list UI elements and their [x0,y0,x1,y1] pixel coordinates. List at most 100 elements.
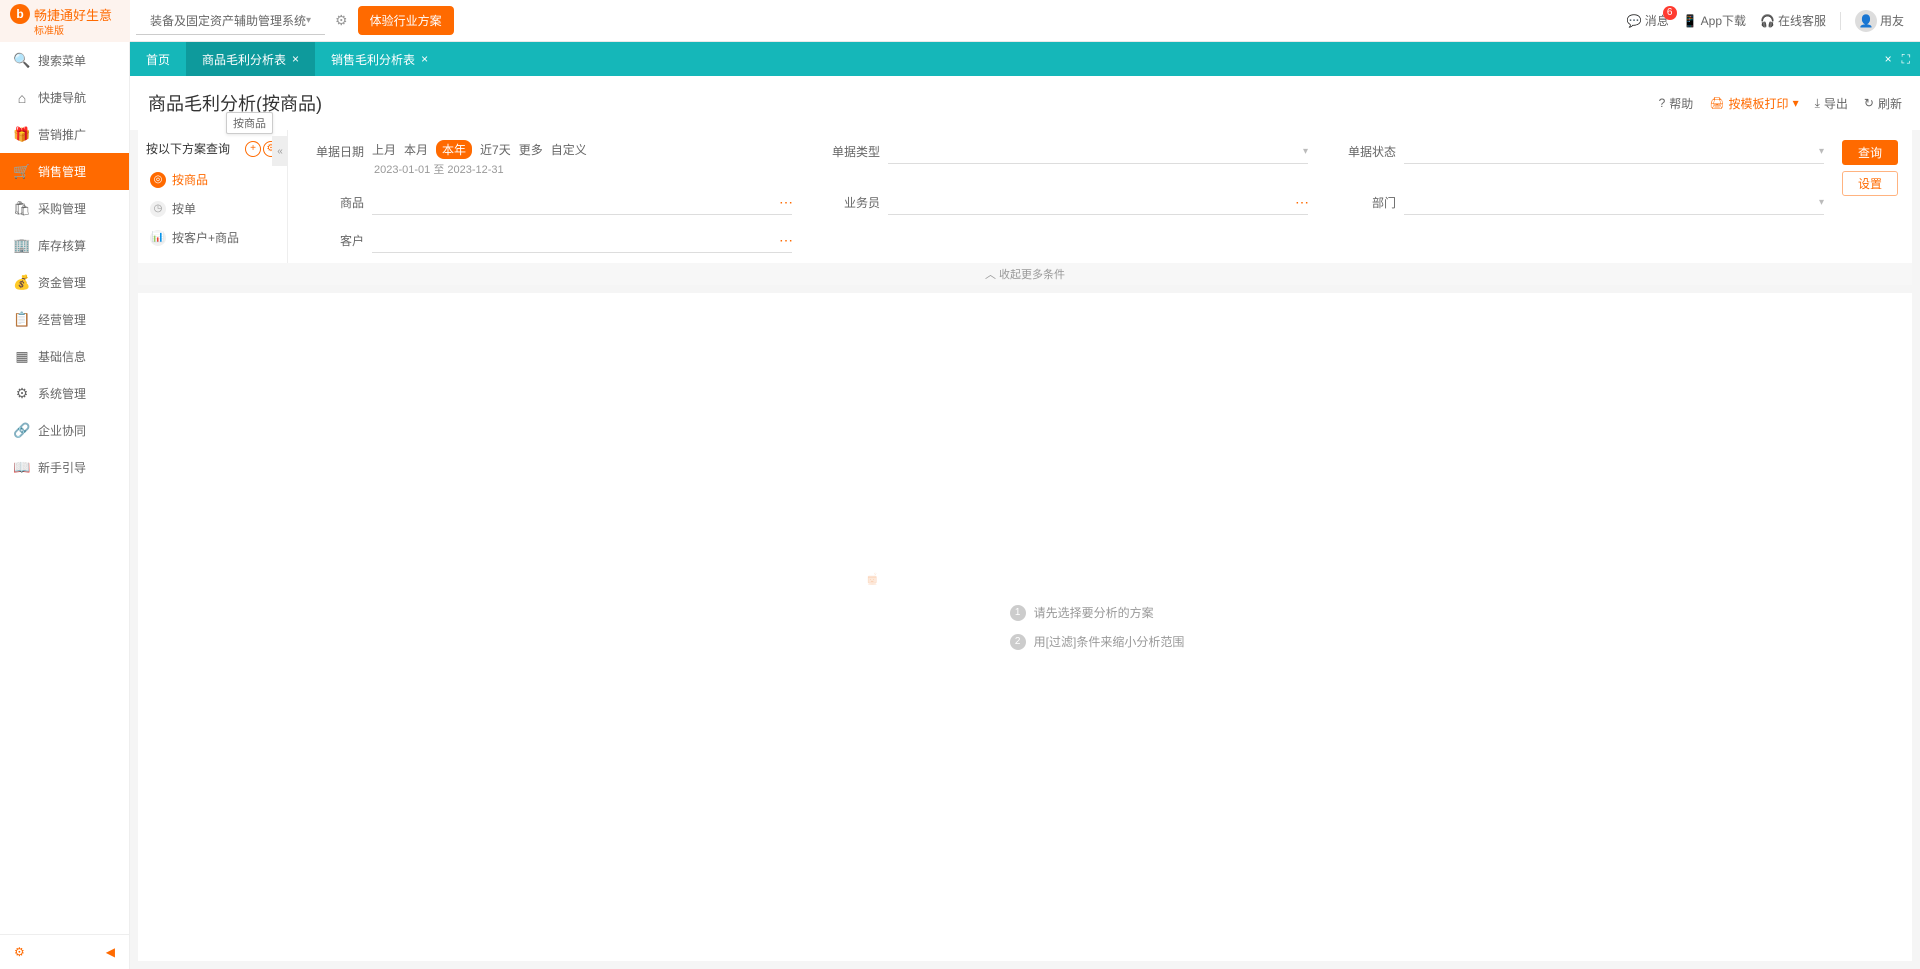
list-icon: ▦ [14,349,30,365]
add-scheme-icon[interactable]: + [245,141,261,157]
empty-steps: 1 请先选择要分析的方案 2 用[过滤]条件来缩小分析范围 [1010,604,1185,650]
scheme-tooltip: 按商品 [226,112,273,134]
filter-customer: 客户 ⋯ [306,229,792,253]
scheme-collapse-button[interactable]: « [272,136,288,166]
scheme-panel: 按商品 按以下方案查询 + ⚙ « ◎ 按商品 ◷ [138,130,288,263]
industry-plan-button[interactable]: 体验行业方案 [358,6,454,35]
sidebar-item-marketing[interactable]: 🎁 营销推广 [0,116,129,153]
chevron-down-icon: ▾ [1303,146,1308,157]
help-button[interactable]: ? 帮助 [1659,95,1694,112]
logo-icon: b [10,4,30,24]
sidebar-item-label: 库存核算 [38,237,86,254]
scheme-by-bill[interactable]: ◷ 按单 [146,194,279,223]
customer-input[interactable]: ⋯ [372,229,792,253]
sidebar: 🔍 搜索菜单 ⌂ 快捷导航 🎁 营销推广 🛒 销售管理 🛍 采购管理 🏢 库存核… [0,42,130,969]
message-icon: 💬 [1627,14,1642,28]
logo-subtitle: 标准版 [34,22,112,37]
salesperson-input[interactable]: ⋯ [888,191,1308,215]
more-icon: ⋯ [779,194,792,211]
share-icon: 🔗 [14,423,30,439]
step-2: 2 用[过滤]条件来缩小分析范围 [1010,633,1185,650]
query-button[interactable]: 查询 [1842,140,1898,165]
help-label: 帮助 [1669,95,1693,112]
sidebar-footer: ⚙ ◀ [0,934,129,969]
sidebar-item-label: 系统管理 [38,385,86,402]
sidebar-item-label: 销售管理 [38,163,86,180]
sidebar-item-label: 企业协同 [38,422,86,439]
date-last-month[interactable]: 上月 [372,141,396,158]
phone-icon: 📱 [1683,14,1698,28]
settings-gear-icon[interactable]: ⚙ [335,12,348,29]
print-button[interactable]: 🖨 按模板打印 ▾ [1709,95,1798,112]
warehouse-icon: 🏢 [14,238,30,254]
product-input[interactable]: ⋯ [372,191,792,215]
page-body: 按商品 按以下方案查询 + ⚙ « ◎ 按商品 ◷ [130,130,1920,969]
bill-status-select[interactable]: ▾ [1404,140,1824,164]
sidebar-item-inventory[interactable]: 🏢 库存核算 [0,227,129,264]
tab-sales-profit[interactable]: 销售毛利分析表 × [315,42,444,76]
headset-icon: 🎧 [1760,14,1775,28]
divider [1840,12,1841,30]
date-more[interactable]: 更多 [519,141,543,158]
online-service-button[interactable]: 🎧 在线客服 [1760,12,1826,29]
sidebar-item-purchase[interactable]: 🛍 采购管理 [0,190,129,227]
sidebar-item-system[interactable]: ⚙ 系统管理 [0,375,129,412]
empty-state: 1 请先选择要分析的方案 2 用[过滤]条件来缩小分析范围 [866,572,1185,682]
title-actions: ? 帮助 🖨 按模板打印 ▾ ⤓ 导出 ↻ 刷新 [1659,95,1902,112]
date-custom[interactable]: 自定义 [551,141,587,158]
collapse-conditions-bar[interactable]: ︿ 收起更多条件 [138,263,1912,285]
collapse-label: 收起更多条件 [999,269,1065,281]
step-text: 请先选择要分析的方案 [1034,604,1154,621]
bill-type-select[interactable]: ▾ [888,140,1308,164]
chevron-down-icon: ▾ [1819,146,1824,157]
filter-bill-status: 单据状态 ▾ [1338,140,1824,177]
export-button[interactable]: ⤓ 导出 [1815,95,1848,112]
tab-home[interactable]: 首页 [130,42,186,76]
user-menu[interactable]: 👤 用友 [1855,10,1904,32]
date-this-year[interactable]: 本年 [436,140,472,159]
scheme-by-product[interactable]: ◎ 按商品 [146,165,279,194]
app-download-label: App下载 [1701,12,1746,29]
filter-date: 单据日期 上月 本月 本年 近7天 更多 自定义 20 [306,140,792,177]
app-download-button[interactable]: 📱 App下载 [1683,12,1746,29]
date-quick-select: 上月 本月 本年 近7天 更多 自定义 [372,140,792,159]
scheme-by-customer-product[interactable]: 📊 按客户+商品 [146,223,279,252]
footer-collapse-icon[interactable]: ◀ [106,945,115,959]
dept-select[interactable]: ▾ [1404,191,1824,215]
print-label: 按模板打印 [1729,95,1789,112]
system-selector[interactable]: 装备及固定资产辅助管理系统 ▾ [136,7,325,35]
refresh-label: 刷新 [1878,95,1902,112]
sidebar-item-sales[interactable]: 🛒 销售管理 [0,153,129,190]
sidebar-item-search[interactable]: 🔍 搜索菜单 [0,42,129,79]
tab-label: 销售毛利分析表 [331,51,415,68]
close-icon[interactable]: × [292,52,299,66]
chart-icon: 📊 [150,230,166,246]
date-this-month[interactable]: 本月 [404,141,428,158]
tab-close-all-icon[interactable]: × [1885,52,1892,67]
messages-button[interactable]: 💬 消息 6 [1627,12,1669,29]
scheme-label: 按单 [172,200,196,217]
gear-icon: ⚙ [14,386,30,402]
close-icon[interactable]: × [421,52,428,66]
footer-gear-icon[interactable]: ⚙ [14,945,25,959]
sidebar-item-business[interactable]: 📋 经营管理 [0,301,129,338]
refresh-button[interactable]: ↻ 刷新 [1864,95,1902,112]
sidebar-item-quick-nav[interactable]: ⌂ 快捷导航 [0,79,129,116]
sidebar-item-guide[interactable]: 📖 新手引导 [0,449,129,486]
main-area: 首页 商品毛利分析表 × 销售毛利分析表 × × ⛶ 商品毛利分析(按商品) ?… [130,42,1920,969]
sidebar-item-collab[interactable]: 🔗 企业协同 [0,412,129,449]
tab-product-profit[interactable]: 商品毛利分析表 × [186,42,315,76]
sidebar-item-base-info[interactable]: ▦ 基础信息 [0,338,129,375]
chevron-up-icon: ︿ [985,269,996,281]
message-badge: 6 [1663,6,1677,20]
sidebar-item-funds[interactable]: 💰 资金管理 [0,264,129,301]
fullscreen-icon[interactable]: ⛶ [1902,52,1910,67]
refresh-icon: ↻ [1864,96,1874,110]
filter-bill-status-label: 单据状态 [1338,140,1396,160]
logo-text: 畅捷通好生意 [34,5,112,24]
logo-section: b 畅捷通好生意 标准版 [0,0,130,42]
chevron-down-icon: ▾ [1819,197,1824,208]
date-7days[interactable]: 近7天 [480,141,511,158]
target-icon: ◎ [150,172,166,188]
settings-button[interactable]: 设置 [1842,171,1898,196]
